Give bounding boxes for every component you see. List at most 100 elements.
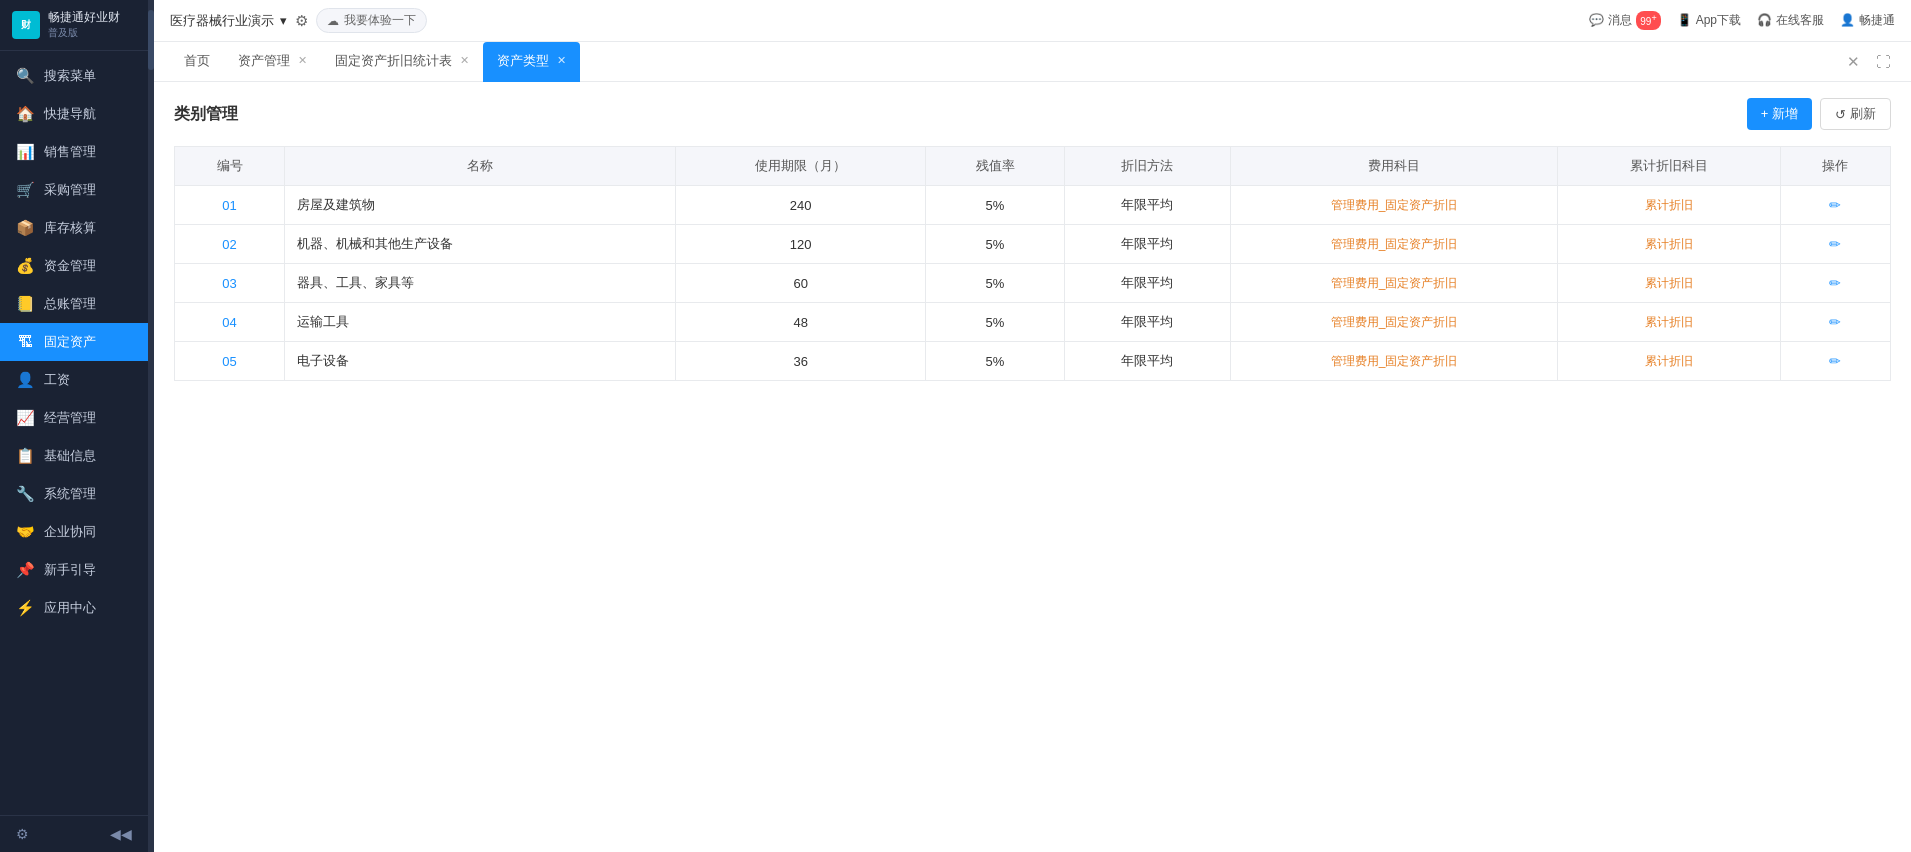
sidebar-item-payroll[interactable]: 👤 工资 [0,361,148,399]
new-button[interactable]: + 新增 [1747,98,1812,130]
sidebar-item-purchase[interactable]: 🛒 采购管理 [0,171,148,209]
sidebar-item-inventory[interactable]: 📦 库存核算 [0,209,148,247]
cell-name-3: 运输工具 [285,303,676,342]
cell-method-4: 年限平均 [1064,342,1230,381]
experience-button[interactable]: ☁ 我要体验一下 [316,8,427,33]
tab-asset-type-label: 资产类型 [497,52,549,70]
sidebar-item-search[interactable]: 🔍 搜索菜单 [0,57,148,95]
sidebar-footer: ⚙ ◀◀ [0,815,148,852]
tab-fixed-depreciation-close[interactable]: ✕ [460,54,469,67]
topbar-right: 💬 消息 99+ 📱 App下载 🎧 在线客服 👤 畅捷通 [1589,11,1895,30]
tab-expand-icon[interactable]: ⛶ [1872,53,1895,71]
edit-icon-0[interactable]: ✏ [1829,197,1841,213]
table-row: 04 运输工具 48 5% 年限平均 管理费用_固定资产折旧 累计折旧 ✏ [175,303,1891,342]
app-icon: ⚡ [16,599,34,617]
cell-name-4: 电子设备 [285,342,676,381]
message-button[interactable]: 💬 消息 99+ [1589,11,1660,30]
cell-expense-1: 管理费用_固定资产折旧 [1230,225,1558,264]
sidebar-item-label: 企业协同 [44,523,96,541]
gear-icon: 🔧 [16,485,34,503]
sidebar-item-label: 应用中心 [44,599,96,617]
edit-icon-3[interactable]: ✏ [1829,314,1841,330]
cell-period-2: 60 [675,264,925,303]
sidebar-item-sales[interactable]: 📊 销售管理 [0,133,148,171]
cell-method-0: 年限平均 [1064,186,1230,225]
tab-asset-type[interactable]: 资产类型 ✕ [483,42,580,82]
sidebar-item-quick-nav[interactable]: 🏠 快捷导航 [0,95,148,133]
sidebar-item-label: 销售管理 [44,143,96,161]
cell-action-1[interactable]: ✏ [1780,225,1890,264]
tab-close-window-icon[interactable]: ✕ [1843,53,1864,71]
user-menu[interactable]: 👤 畅捷通 [1840,12,1895,29]
sidebar-item-ledger[interactable]: 📒 总账管理 [0,285,148,323]
online-service-button[interactable]: 🎧 在线客服 [1757,12,1824,29]
sidebar-item-label: 资金管理 [44,257,96,275]
online-service-label: 在线客服 [1776,12,1824,29]
tab-home[interactable]: 首页 [170,42,224,82]
cell-code-1: 02 [175,225,285,264]
tab-home-label: 首页 [184,52,210,70]
sidebar-item-label: 系统管理 [44,485,96,503]
col-header-name: 名称 [285,147,676,186]
tab-fixed-depreciation[interactable]: 固定资产折旧统计表 ✕ [321,42,483,82]
book-icon: 📒 [16,295,34,313]
message-icon: 💬 [1589,13,1604,27]
sidebar-item-basic-info[interactable]: 📋 基础信息 [0,437,148,475]
cell-accum-1: 累计折旧 [1558,225,1780,264]
sidebar-item-app-center[interactable]: ⚡ 应用中心 [0,589,148,627]
sidebar-item-system[interactable]: 🔧 系统管理 [0,475,148,513]
company-selector[interactable]: 医疗器械行业演示 ▾ [170,12,287,30]
sidebar-item-guide[interactable]: 📌 新手引导 [0,551,148,589]
edit-icon-2[interactable]: ✏ [1829,275,1841,291]
settings-icon[interactable]: ⚙ [16,826,29,842]
topbar-settings-icon[interactable]: ⚙ [295,12,308,30]
cell-residual-0: 5% [926,186,1064,225]
company-name: 医疗器械行业演示 [170,12,274,30]
sidebar-item-label: 库存核算 [44,219,96,237]
cell-code-0: 01 [175,186,285,225]
sidebar-item-capital[interactable]: 💰 资金管理 [0,247,148,285]
collapse-icon[interactable]: ◀◀ [110,826,132,842]
topbar-left: 医疗器械行业演示 ▾ ⚙ ☁ 我要体验一下 [170,8,427,33]
sidebar-item-fixed-assets[interactable]: 🏗 固定资产 [0,323,148,361]
page-header: 类别管理 + 新增 ↺ 刷新 [174,98,1891,130]
trending-icon: 📈 [16,409,34,427]
edit-icon-1[interactable]: ✏ [1829,236,1841,252]
sidebar-item-collab[interactable]: 🤝 企业协同 [0,513,148,551]
sidebar-item-label: 搜索菜单 [44,67,96,85]
tab-asset-mgmt-close[interactable]: ✕ [298,54,307,67]
cell-accum-2: 累计折旧 [1558,264,1780,303]
cell-action-0[interactable]: ✏ [1780,186,1890,225]
dropdown-icon: ▾ [280,13,287,28]
refresh-button[interactable]: ↺ 刷新 [1820,98,1891,130]
table-row: 03 器具、工具、家具等 60 5% 年限平均 管理费用_固定资产折旧 累计折旧… [175,264,1891,303]
tab-asset-mgmt[interactable]: 资产管理 ✕ [224,42,321,82]
chart-icon: 📊 [16,143,34,161]
cell-expense-0: 管理费用_固定资产折旧 [1230,186,1558,225]
building-icon: 🏗 [16,333,34,351]
cell-action-2[interactable]: ✏ [1780,264,1890,303]
sidebar-logo: 财 畅捷通好业财 普及版 [0,0,148,51]
avatar-icon: 👤 [1840,13,1855,27]
cell-code-3: 04 [175,303,285,342]
col-header-accum: 累计折旧科目 [1558,147,1780,186]
pin-icon: 📌 [16,561,34,579]
logo-sub: 普及版 [48,26,120,40]
refresh-icon: ↺ [1835,107,1846,122]
cell-residual-2: 5% [926,264,1064,303]
cell-code-2: 03 [175,264,285,303]
tab-asset-type-close[interactable]: ✕ [557,54,566,67]
tabbar-actions: ✕ ⛶ [1843,53,1895,71]
home-icon: 🏠 [16,105,34,123]
edit-icon-4[interactable]: ✏ [1829,353,1841,369]
cell-action-3[interactable]: ✏ [1780,303,1890,342]
app-download-label: App下载 [1696,12,1741,29]
cell-expense-4: 管理费用_固定资产折旧 [1230,342,1558,381]
sidebar-item-operations[interactable]: 📈 经营管理 [0,399,148,437]
message-badge: 99+ [1636,11,1660,30]
cell-action-4[interactable]: ✏ [1780,342,1890,381]
handshake-icon: 🤝 [16,523,34,541]
headset-icon: 🎧 [1757,13,1772,27]
app-download-button[interactable]: 📱 App下载 [1677,12,1741,29]
tab-fixed-depreciation-label: 固定资产折旧统计表 [335,52,452,70]
